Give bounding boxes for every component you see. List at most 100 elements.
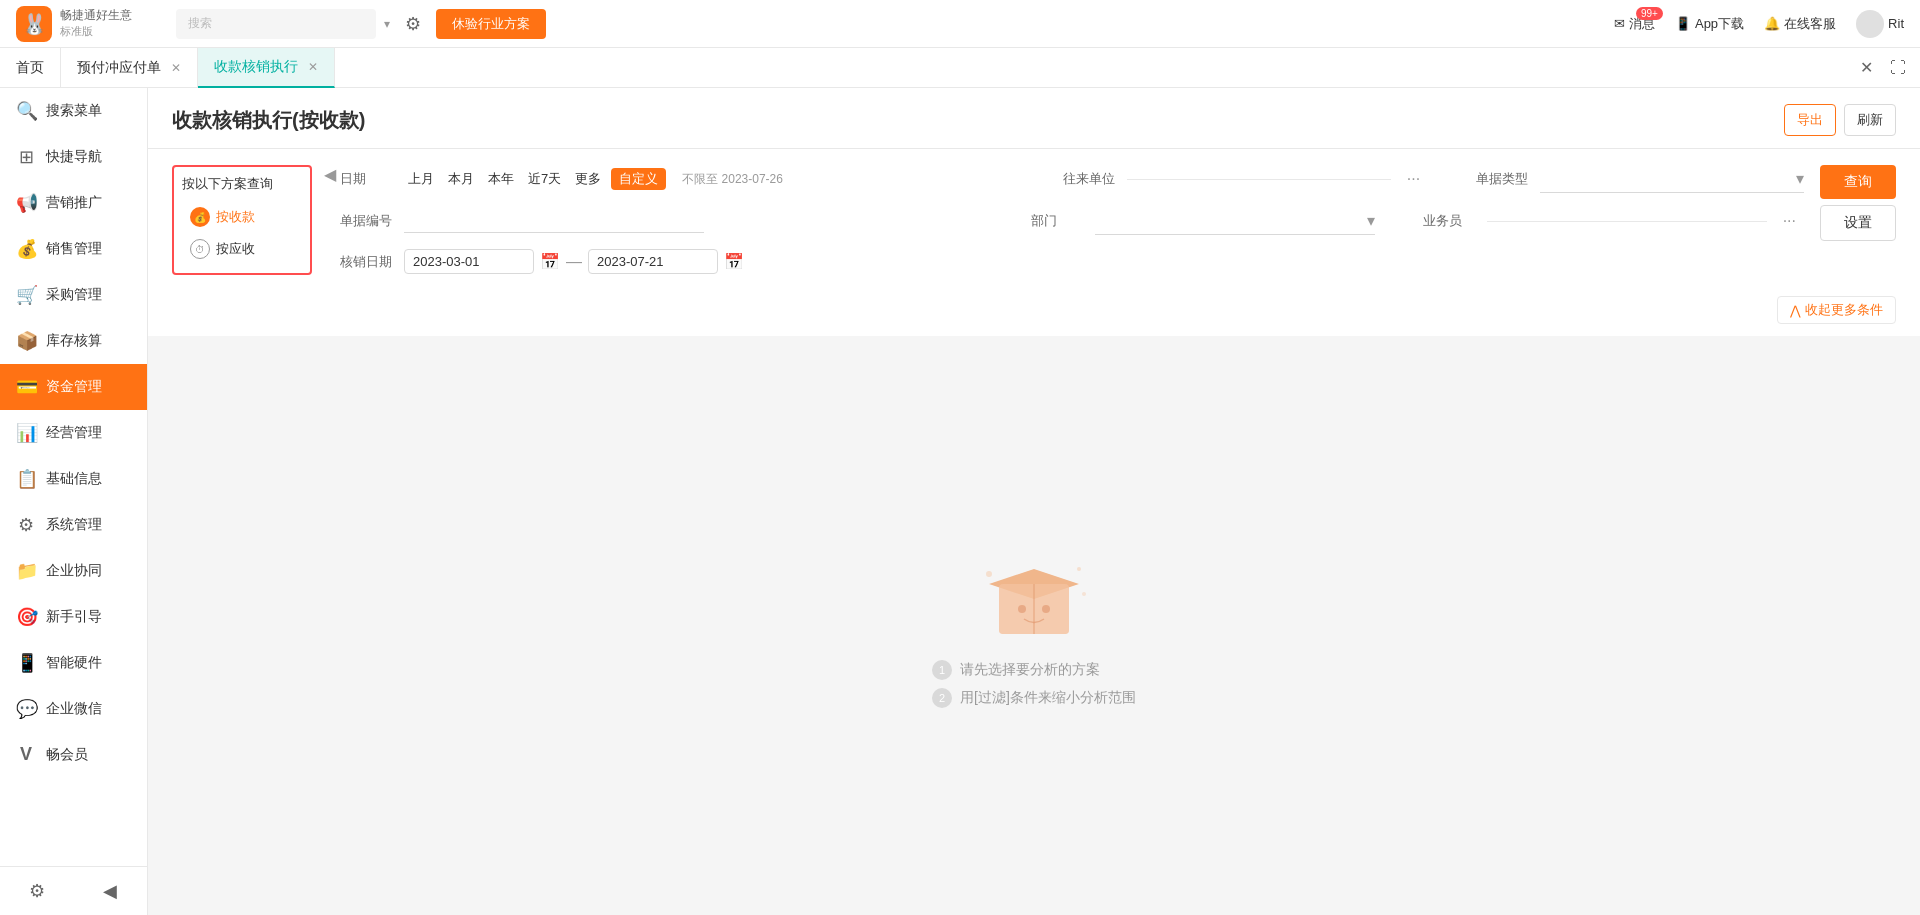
tab-home[interactable]: 首页 <box>0 48 61 88</box>
filter-top-row: 按以下方案查询 💰 按收款 ⏱ 按应收 ◀ <box>172 165 1896 288</box>
step1-circle: 1 <box>932 660 952 680</box>
filter-settings-btn[interactable]: 设置 <box>1820 205 1896 241</box>
by-collection-label: 按收款 <box>216 208 255 226</box>
salesperson-label: 业务员 <box>1423 212 1479 230</box>
sidebar-settings-btn[interactable]: ⚙ <box>21 875 53 907</box>
step2-circle: 2 <box>932 688 952 708</box>
sidebar-item-label: 经营管理 <box>46 424 102 442</box>
tab-advance-close[interactable]: ✕ <box>171 61 181 75</box>
sidebar-item-label: 搜索菜单 <box>46 102 102 120</box>
dept-select[interactable]: ▾ <box>1095 207 1375 235</box>
brand-version: 标准版 <box>60 24 132 39</box>
header-search-bar[interactable]: 搜索 <box>176 9 376 39</box>
sidebar-item-operations[interactable]: 📊 经营管理 <box>0 410 147 456</box>
verify-date-start[interactable]: 2023-03-01 <box>404 249 534 274</box>
sidebar-item-enterprise[interactable]: 📁 企业协同 <box>0 548 147 594</box>
verify-date-end-calendar[interactable]: 📅 <box>724 252 744 271</box>
query-type-by-receivable[interactable]: ⏱ 按应收 <box>182 233 302 265</box>
online-service-btn[interactable]: 🔔 在线客服 <box>1764 15 1836 33</box>
svg-point-6 <box>1077 567 1081 571</box>
empty-text: 1 请先选择要分析的方案 2 用[过滤]条件来缩小分析范围 <box>932 660 1136 708</box>
sidebar-item-label: 资金管理 <box>46 378 102 396</box>
svg-point-7 <box>1082 592 1086 596</box>
quick-nav-icon: ⊞ <box>16 146 36 168</box>
sidebar-item-basic-info[interactable]: 📋 基础信息 <box>0 456 147 502</box>
app-download-btn[interactable]: 📱 App下载 <box>1675 15 1744 33</box>
shortcut-this-year[interactable]: 本年 <box>484 168 518 190</box>
shortcut-custom[interactable]: 自定义 <box>611 168 666 190</box>
sidebar-item-system[interactable]: ⚙ 系统管理 <box>0 502 147 548</box>
industry-btn[interactable]: 休验行业方案 <box>436 9 546 39</box>
salesperson-ellipsis[interactable]: ··· <box>1775 212 1804 230</box>
header-dropdown-arrow[interactable]: ▾ <box>384 17 390 31</box>
query-type-by-collection[interactable]: 💰 按收款 <box>182 201 302 233</box>
verify-date-end[interactable]: 2023-07-21 <box>588 249 718 274</box>
tab-collection-close[interactable]: ✕ <box>308 60 318 74</box>
by-collection-icon: 💰 <box>190 207 210 227</box>
sidebar-item-hardware[interactable]: 📱 智能硬件 <box>0 640 147 686</box>
shortcut-this-month[interactable]: 本月 <box>444 168 478 190</box>
tab-expand-btn[interactable]: ⛶ <box>1884 54 1912 82</box>
sidebar-item-inventory[interactable]: 📦 库存核算 <box>0 318 147 364</box>
partner-ellipsis[interactable]: ··· <box>1399 170 1428 188</box>
enterprise-icon: 📁 <box>16 560 36 582</box>
svg-point-3 <box>1018 605 1026 613</box>
dept-label: 部门 <box>1031 212 1087 230</box>
tab-collection[interactable]: 收款核销执行 ✕ <box>198 48 335 88</box>
partner-input[interactable] <box>1127 179 1391 180</box>
collapse-more-btn[interactable]: ⋀ 收起更多条件 <box>1777 296 1896 324</box>
filter-wrapper: 按以下方案查询 💰 按收款 ⏱ 按应收 ◀ <box>148 149 1920 336</box>
marketing-icon: 📢 <box>16 192 36 214</box>
sidebar-item-purchase[interactable]: 🛒 采购管理 <box>0 272 147 318</box>
tab-close-all-btn[interactable]: ✕ <box>1852 54 1880 82</box>
svg-point-5 <box>986 571 992 577</box>
verify-date-label: 核销日期 <box>340 253 396 271</box>
shortcut-upper-month[interactable]: 上月 <box>404 168 438 190</box>
by-receivable-label: 按应收 <box>216 240 255 258</box>
more-conditions-area: ⋀ 收起更多条件 <box>172 296 1896 324</box>
sidebar-item-guide[interactable]: 🎯 新手引导 <box>0 594 147 640</box>
app-download-label: App下载 <box>1695 15 1744 33</box>
shortcut-more[interactable]: 更多 <box>571 168 605 190</box>
sidebar-item-label: 营销推广 <box>46 194 102 212</box>
tab-bar: 首页 预付冲应付单 ✕ 收款核销执行 ✕ ✕ ⛶ <box>0 48 1920 88</box>
doc-type-select[interactable]: ▾ <box>1540 165 1804 193</box>
doc-type-label: 单据类型 <box>1476 170 1532 188</box>
collapse-label: 收起更多条件 <box>1805 301 1883 319</box>
partner-label: 往来单位 <box>1063 170 1119 188</box>
sidebar-item-label: 基础信息 <box>46 470 102 488</box>
settings-gear-icon[interactable]: ⚙ <box>398 9 428 39</box>
empty-step2: 2 用[过滤]条件来缩小分析范围 <box>932 688 1136 708</box>
verify-date-range: 2023-03-01 📅 — 2023-07-21 📅 <box>404 249 744 274</box>
sidebar-item-wechat[interactable]: 💬 企业微信 <box>0 686 147 732</box>
header-center: 搜索 ▾ ⚙ 休验行业方案 <box>176 9 1602 39</box>
tab-advance-label: 预付冲应付单 <box>77 59 161 77</box>
sidebar-collapse-btn[interactable]: ◀ <box>94 875 126 907</box>
main-layout: 🔍 搜索菜单 ⊞ 快捷导航 📢 营销推广 💰 销售管理 🛒 采购管理 📦 库存核… <box>0 88 1920 915</box>
doc-no-input[interactable] <box>404 209 704 233</box>
sidebar-item-marketing[interactable]: 📢 营销推广 <box>0 180 147 226</box>
header-right: ✉ 消息 99+ 📱 App下载 🔔 在线客服 Rit <box>1614 10 1904 38</box>
search-placeholder-text: 搜索 <box>188 15 212 32</box>
sidebar-item-member[interactable]: V 畅会员 <box>0 732 147 777</box>
salesperson-input[interactable] <box>1487 221 1767 222</box>
sidebar-item-search-menu[interactable]: 🔍 搜索菜单 <box>0 88 147 134</box>
collapse-arrow-btn[interactable]: ◀ <box>324 165 336 184</box>
sidebar-item-finance[interactable]: 💳 资金管理 <box>0 364 147 410</box>
sidebar-item-sales[interactable]: 💰 销售管理 <box>0 226 147 272</box>
verify-date-start-calendar[interactable]: 📅 <box>540 252 560 271</box>
sidebar-item-label: 畅会员 <box>46 746 88 764</box>
message-icon: ✉ <box>1614 16 1625 31</box>
refresh-btn[interactable]: 刷新 <box>1844 104 1896 136</box>
shortcut-7days[interactable]: 近7天 <box>524 168 565 190</box>
date-filter-label: 日期 <box>340 170 396 188</box>
dept-chevron: ▾ <box>1367 211 1375 230</box>
tab-advance[interactable]: 预付冲应付单 ✕ <box>61 48 198 88</box>
sidebar-item-label: 智能硬件 <box>46 654 102 672</box>
message-btn[interactable]: ✉ 消息 99+ <box>1614 15 1655 33</box>
export-btn[interactable]: 导出 <box>1784 104 1836 136</box>
query-btn[interactable]: 查询 <box>1820 165 1896 199</box>
sidebar-bottom: ⚙ ◀ <box>0 866 147 915</box>
user-avatar-area[interactable]: Rit <box>1856 10 1904 38</box>
sidebar-item-quick-nav[interactable]: ⊞ 快捷导航 <box>0 134 147 180</box>
